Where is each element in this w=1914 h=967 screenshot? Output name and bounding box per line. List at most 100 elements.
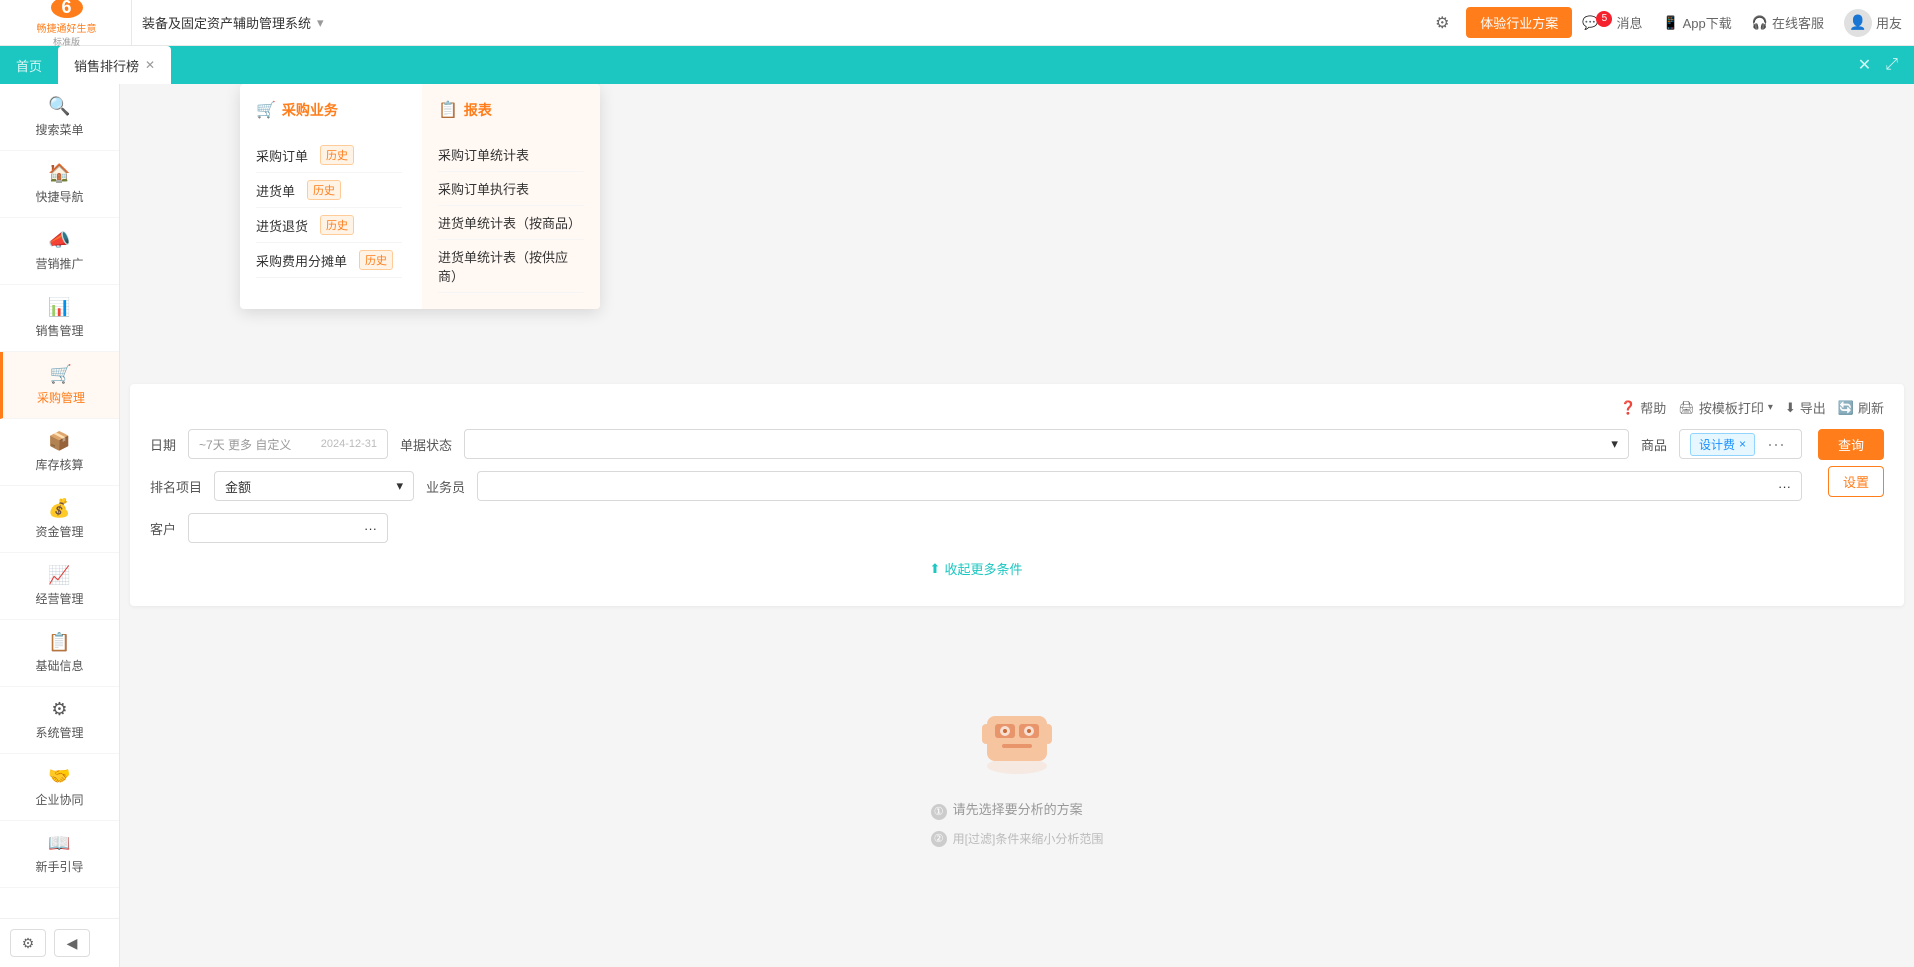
menu-item-inbound-return[interactable]: 进货退货 历史 [256, 208, 402, 243]
app-download-label: App下载 [1683, 13, 1732, 32]
sidebar-item-purchase[interactable]: 🛒 采购管理 [0, 352, 119, 419]
order-status-select[interactable]: ▾ [464, 429, 1629, 459]
menu-item-inbound-stats-supplier[interactable]: 进货单统计表（按供应商） [438, 240, 584, 293]
app-download-btn[interactable]: 📱 App下载 [1662, 13, 1731, 32]
reports-menu-icon: 📋 [438, 100, 458, 120]
purchase-section-title-text: 采购业务 [282, 100, 338, 120]
rank-select[interactable]: 金额 ▾ [214, 471, 414, 501]
online-service-btn[interactable]: 🎧 在线客服 [1752, 13, 1824, 32]
sidebar-collapse-btn[interactable]: ◀ [54, 929, 90, 957]
inbound-stats-product-label: 进货单统计表（按商品） [438, 213, 581, 232]
system-icon: ⚙ [51, 699, 67, 720]
sidebar-item-operation[interactable]: 📈 经营管理 [0, 553, 119, 620]
menu-item-purchase-order-stats[interactable]: 采购订单统计表 [438, 138, 584, 172]
customer-select[interactable]: ··· [188, 513, 388, 543]
inbound-return-history-tag: 历史 [320, 215, 354, 235]
menu-item-inbound[interactable]: 进货单 历史 [256, 173, 402, 208]
product-select[interactable]: 设计费 × ··· [1679, 429, 1802, 459]
tab-home[interactable]: 首页 [0, 46, 58, 84]
filter-row-1: 日期 ~7天 更多 自定义 2024-12-31 单据状态 ▾ 商品 [150, 429, 1802, 459]
salesperson-label: 业务员 [426, 477, 465, 496]
notifications-btn[interactable]: 💬 5 消息 [1582, 13, 1642, 32]
tab-sales-rank[interactable]: 销售排行榜 ✕ [58, 46, 171, 84]
help-btn[interactable]: ❓ 帮助 [1620, 398, 1666, 417]
filter-row-2: 排名项目 金额 ▾ 业务员 ··· [150, 471, 1802, 501]
print-btn[interactable]: 🖨 按模板打印 ▾ [1678, 398, 1773, 417]
empty-state: ① 请先选择要分析的方案 ② 用[过滤]条件来缩小分析范围 [120, 616, 1914, 927]
inbound-history-tag: 历史 [307, 180, 341, 200]
empty-hint-1: ① 请先选择要分析的方案 [931, 799, 1083, 824]
system-title: 装备及固定资产辅助管理系统 ▾ [142, 13, 1418, 32]
sidebar-item-system[interactable]: ⚙ 系统管理 [0, 687, 119, 754]
tab-home-label: 首页 [16, 56, 42, 75]
purchase-order-exec-label: 采购订单执行表 [438, 179, 529, 198]
menu-item-purchase-expense[interactable]: 采购费用分摊单 历史 [256, 243, 402, 278]
empty-robot-icon [967, 696, 1067, 776]
dropdown-arrow-icon[interactable]: ▾ [317, 15, 324, 31]
customer-more-btn[interactable]: ··· [364, 521, 377, 536]
date-select[interactable]: ~7天 更多 自定义 2024-12-31 [188, 429, 388, 459]
user-menu-btn[interactable]: 👤 用友 [1844, 9, 1902, 37]
sidebar-item-inventory[interactable]: 📦 库存核算 [0, 419, 119, 486]
sidebar-item-quicknav[interactable]: 🏠 快捷导航 [0, 151, 119, 218]
filter-actions: 查询 设置 [1818, 429, 1884, 497]
sidebar-guide-label: 新手引导 [35, 858, 83, 875]
export-btn[interactable]: ⬇ 导出 [1785, 398, 1826, 417]
settings-btn-filter[interactable]: 设置 [1828, 466, 1884, 497]
inventory-icon: 📦 [48, 431, 70, 452]
query-btn[interactable]: 查询 [1818, 429, 1884, 460]
collapse-text: 收起更多条件 [944, 559, 1022, 578]
sidebar-item-search[interactable]: 🔍 搜索菜单 [0, 84, 119, 151]
tab-fullscreen-icon[interactable]: ⤢ [1881, 52, 1902, 78]
refresh-btn[interactable]: 🔄 刷新 [1838, 398, 1884, 417]
sidebar-item-enterprise[interactable]: 🤝 企业协同 [0, 754, 119, 821]
filter-left: 日期 ~7天 更多 自定义 2024-12-31 单据状态 ▾ 商品 [150, 429, 1802, 582]
salesperson-more-btn[interactable]: ··· [1778, 479, 1791, 494]
inbound-label: 进货单 [256, 181, 295, 200]
search-icon: 🔍 [48, 96, 70, 117]
logo-text: 畅捷通好生意 [37, 20, 97, 35]
purchase-section-title: 🛒 采购业务 [256, 100, 402, 128]
sidebar-inventory-label: 库存核算 [35, 456, 83, 473]
industry-btn[interactable]: 体验行业方案 [1466, 7, 1572, 38]
menu-item-inbound-stats-product[interactable]: 进货单统计表（按商品） [438, 206, 584, 240]
tab-close-icon[interactable]: ✕ [145, 58, 155, 72]
print-dropdown-icon[interactable]: ▾ [1768, 402, 1773, 413]
menu-item-purchase-order[interactable]: 采购订单 历史 [256, 138, 402, 173]
salesperson-select[interactable]: ··· [477, 471, 1802, 501]
refresh-icon: 🔄 [1838, 400, 1854, 416]
product-tag: 设计费 × [1690, 433, 1755, 456]
order-status-label: 单据状态 [400, 435, 452, 454]
refresh-label: 刷新 [1858, 398, 1884, 417]
sales-icon: 📊 [48, 297, 70, 318]
main-layout: 🔍 搜索菜单 🏠 快捷导航 📣 营销推广 📊 销售管理 🛒 采购管理 📦 库存核… [0, 84, 1914, 967]
tab-sales-rank-label: 销售排行榜 [74, 56, 139, 75]
customer-label: 客户 [150, 519, 176, 538]
product-tag-close[interactable]: × [1739, 437, 1746, 451]
product-label: 商品 [1641, 435, 1667, 454]
logo-area: 6 畅捷通好生意 标准版 [12, 0, 132, 45]
sidebar-operation-label: 经营管理 [35, 590, 83, 607]
sidebar-item-basicinfo[interactable]: 📋 基础信息 [0, 620, 119, 687]
settings-icon[interactable]: ⚙ [1428, 9, 1456, 37]
print-icon: 🖨 [1678, 400, 1695, 416]
collapse-btn[interactable]: ⬆ 收起更多条件 [150, 555, 1802, 582]
sidebar-item-guide[interactable]: 📖 新手引导 [0, 821, 119, 888]
sidebar-item-finance[interactable]: 💰 资金管理 [0, 486, 119, 553]
menu-item-purchase-order-exec[interactable]: 采购订单执行表 [438, 172, 584, 206]
hint1-bullet: ① [931, 804, 947, 820]
sidebar-purchase-label: 采购管理 [37, 389, 85, 406]
rank-dropdown[interactable]: ▾ [396, 478, 403, 494]
reports-section-title-text: 报表 [464, 100, 492, 120]
system-title-text: 装备及固定资产辅助管理系统 [142, 13, 311, 32]
sidebar-quicknav-label: 快捷导航 [35, 188, 83, 205]
tab-close-all-icon[interactable]: ✕ [1854, 51, 1875, 79]
product-more-btn[interactable]: ··· [1761, 434, 1791, 455]
order-status-dropdown[interactable]: ▾ [1611, 436, 1618, 452]
sidebar: 🔍 搜索菜单 🏠 快捷导航 📣 营销推广 📊 销售管理 🛒 采购管理 📦 库存核… [0, 84, 120, 967]
filter-toolbar: ❓ 帮助 🖨 按模板打印 ▾ ⬇ 导出 🔄 刷新 [150, 398, 1884, 417]
sidebar-item-sales[interactable]: 📊 销售管理 [0, 285, 119, 352]
rank-label: 排名项目 [150, 477, 202, 496]
sidebar-item-marketing[interactable]: 📣 营销推广 [0, 218, 119, 285]
sidebar-settings-btn[interactable]: ⚙ [10, 929, 46, 957]
